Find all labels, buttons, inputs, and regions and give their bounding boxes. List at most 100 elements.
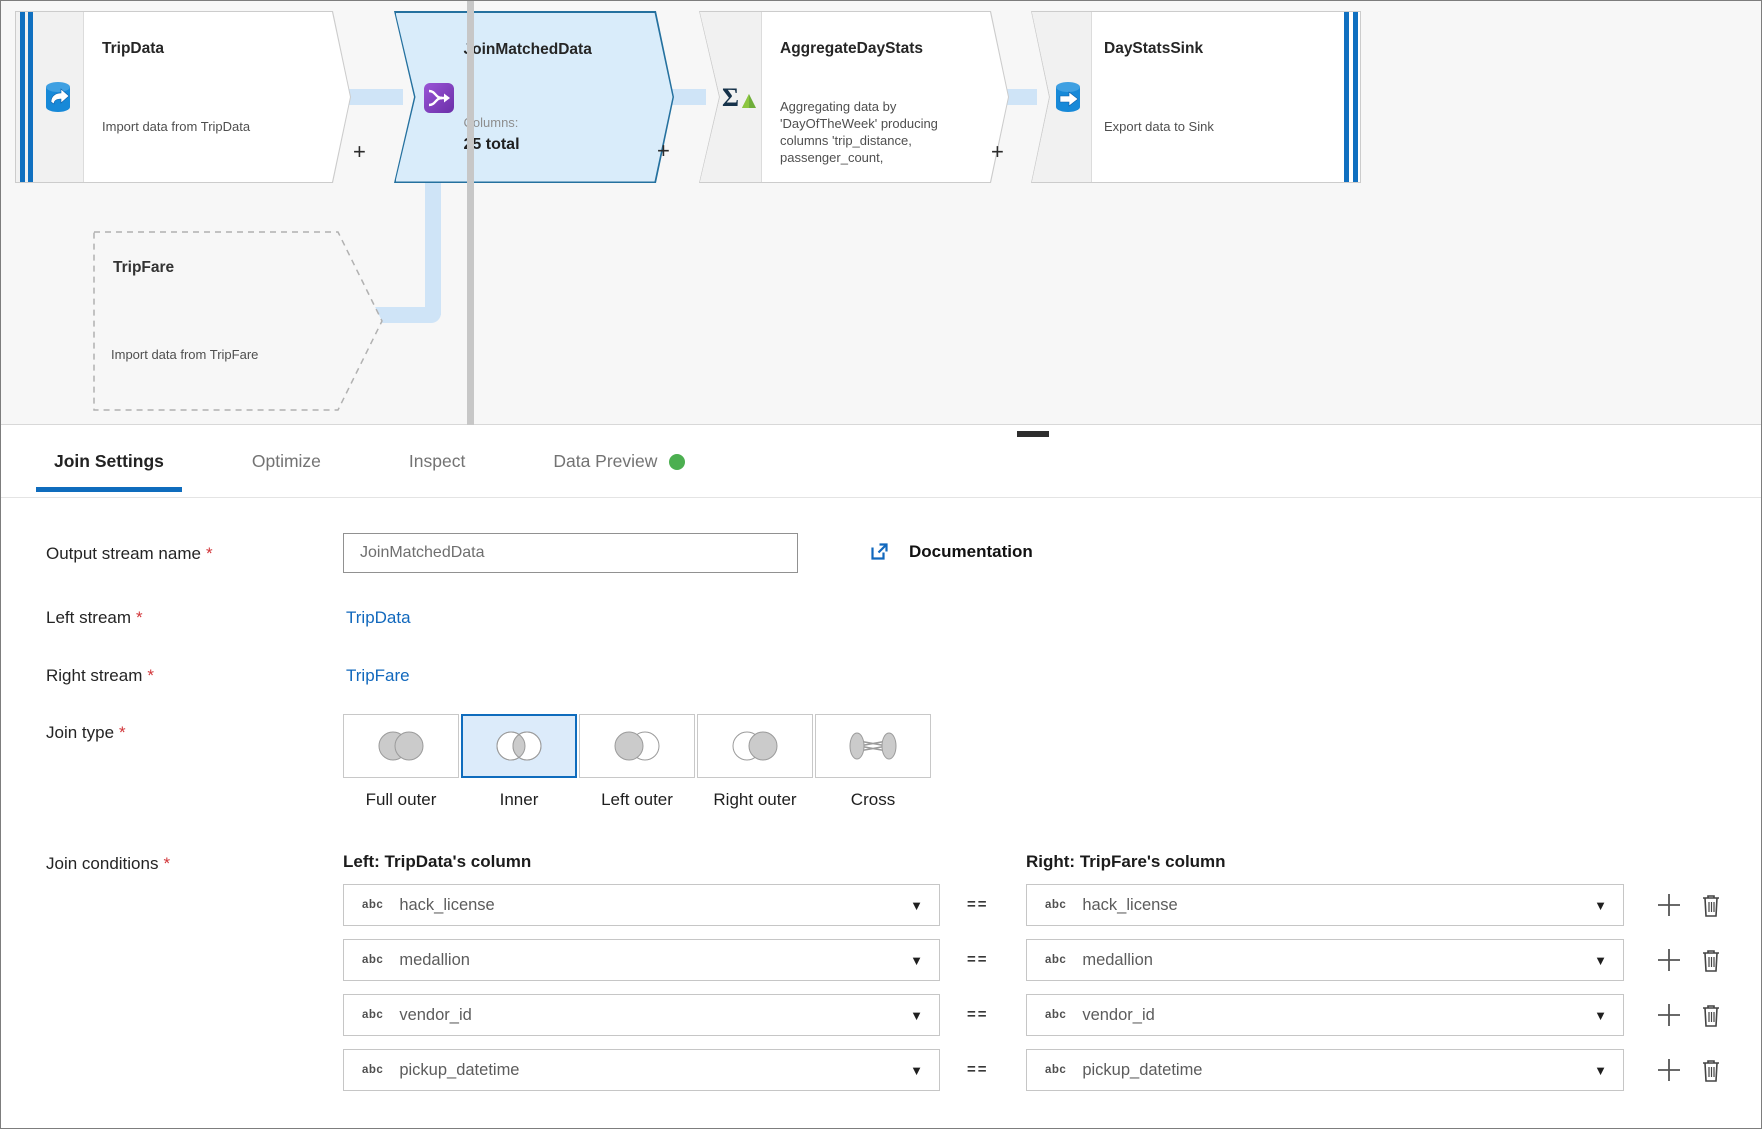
string-type-badge: abc — [1045, 1009, 1066, 1021]
join-conditions-label: Join conditions* — [46, 854, 170, 874]
join-type-option-label: Left outer — [579, 790, 695, 810]
left-column-dropdown[interactable]: abc vendor_id ▼ — [343, 994, 940, 1036]
tab-label: Join Settings — [54, 451, 164, 472]
source-icon — [42, 80, 74, 114]
connector-tripfare-join-vertical — [425, 183, 441, 315]
equals-operator: == — [967, 1006, 989, 1023]
label-text: Left stream — [46, 608, 131, 627]
add-transformation-button[interactable]: + — [991, 139, 1004, 165]
chevron-down-icon: ▼ — [910, 1063, 923, 1078]
chevron-down-icon: ▼ — [1594, 898, 1607, 913]
left-column-dropdown[interactable]: abc pickup_datetime ▼ — [343, 1049, 940, 1091]
left-column-dropdown[interactable]: abc medallion ▼ — [343, 939, 940, 981]
delete-condition-button[interactable] — [1699, 892, 1723, 918]
add-transformation-button[interactable]: + — [657, 138, 670, 164]
delete-condition-button[interactable] — [1699, 1057, 1723, 1083]
settings-tabbar: Join Settings Optimize Inspect Data Prev… — [1, 426, 1761, 498]
add-condition-button[interactable] — [1655, 891, 1683, 919]
left-outer-venn-icon — [609, 728, 665, 764]
node-title: AggregateDayStats — [780, 40, 923, 58]
chevron-down-icon: ▼ — [1594, 1063, 1607, 1078]
string-type-badge: abc — [362, 1064, 383, 1076]
chevron-down-icon: ▼ — [1594, 953, 1607, 968]
add-condition-button[interactable] — [1655, 1001, 1683, 1029]
left-stream-label: Left stream * — [46, 608, 143, 628]
right-column-dropdown[interactable]: abc medallion ▼ — [1026, 939, 1624, 981]
node-daystatssink[interactable]: DayStatsSink Export data to Sink — [1031, 11, 1361, 183]
join-type-cross-button[interactable] — [815, 714, 931, 778]
right-column-dropdown[interactable]: abc vendor_id ▼ — [1026, 994, 1624, 1036]
right-column-dropdown[interactable]: abc pickup_datetime ▼ — [1026, 1049, 1624, 1091]
node-aggregatedaystats[interactable]: Σ AggregateDayStats Aggregating data by … — [699, 11, 1009, 183]
join-settings-form: Output stream name * Documentation Left s… — [1, 498, 1761, 1128]
right-stream-label: Right stream* — [46, 666, 154, 686]
dataflow-canvas[interactable]: TripData Import data from TripData + — [1, 1, 1761, 425]
string-type-badge: abc — [1045, 1064, 1066, 1076]
tab-label: Data Preview — [553, 451, 657, 472]
tab-label: Inspect — [409, 451, 465, 472]
documentation-link[interactable]: Documentation — [869, 542, 1033, 562]
node-description: Import data from TripData — [102, 118, 322, 135]
node-joinmatcheddata[interactable]: JoinMatchedData Columns: 25 total — [394, 11, 674, 183]
output-stream-input[interactable] — [343, 533, 798, 573]
node-description: Export data to Sink — [1104, 118, 1324, 135]
required-asterisk: * — [119, 723, 126, 742]
tab-join-settings[interactable]: Join Settings — [36, 426, 182, 497]
join-type-full-outer-button[interactable] — [343, 714, 459, 778]
string-type-badge: abc — [362, 899, 383, 911]
add-condition-button[interactable] — [1655, 1056, 1683, 1084]
node-title: TripFare — [113, 259, 174, 277]
external-link-icon — [869, 542, 889, 562]
tab-inspect[interactable]: Inspect — [391, 426, 483, 497]
stream-end-bar — [1353, 12, 1358, 182]
documentation-label: Documentation — [909, 542, 1033, 562]
required-asterisk: * — [163, 854, 170, 873]
dataflow-editor-window: TripData Import data from TripData + — [0, 0, 1762, 1129]
string-type-badge: abc — [362, 954, 383, 966]
string-type-badge: abc — [362, 1009, 383, 1021]
join-type-option-label: Inner — [461, 790, 577, 810]
node-tripfare-ghost[interactable]: TripFare Import data from TripFare — [93, 231, 385, 411]
right-stream-link[interactable]: TripFare — [346, 666, 410, 686]
left-column-dropdown[interactable]: abc hack_license ▼ — [343, 884, 940, 926]
dropdown-value: pickup_datetime — [1082, 1061, 1594, 1080]
label-text: Join type — [46, 723, 114, 742]
dropdown-value: vendor_id — [1082, 1006, 1594, 1025]
join-type-label: Join type * — [46, 723, 126, 743]
chevron-down-icon: ▼ — [910, 1008, 923, 1023]
aggregate-icon: Σ — [722, 82, 756, 114]
label-text: Output stream name — [46, 544, 201, 563]
full-outer-venn-icon — [373, 728, 429, 764]
canvas-scrollbar[interactable] — [467, 1, 474, 425]
tab-label: Optimize — [252, 451, 321, 472]
right-column-dropdown[interactable]: abc hack_license ▼ — [1026, 884, 1624, 926]
dropdown-value: pickup_datetime — [399, 1061, 910, 1080]
delete-condition-button[interactable] — [1699, 947, 1723, 973]
delete-condition-button[interactable] — [1699, 1002, 1723, 1028]
tab-optimize[interactable]: Optimize — [234, 426, 339, 497]
join-type-right-outer-button[interactable] — [697, 714, 813, 778]
string-type-badge: abc — [1045, 954, 1066, 966]
dropdown-value: medallion — [1082, 951, 1594, 970]
dropdown-value: hack_license — [399, 896, 910, 915]
node-face: Σ AggregateDayStats Aggregating data by … — [700, 12, 1008, 182]
left-column-header: Left: TripData's column — [343, 852, 531, 872]
right-outer-venn-icon — [727, 728, 783, 764]
label-text: Right stream — [46, 666, 142, 685]
node-title: DayStatsSink — [1104, 40, 1203, 58]
add-condition-button[interactable] — [1655, 946, 1683, 974]
chevron-down-icon: ▼ — [910, 953, 923, 968]
node-description: Import data from TripFare — [111, 347, 258, 362]
node-tripdata[interactable]: TripData Import data from TripData — [15, 11, 351, 183]
join-type-option-label: Full outer — [343, 790, 459, 810]
panel-resize-handle[interactable] — [1017, 431, 1049, 437]
required-asterisk: * — [136, 608, 143, 627]
add-transformation-button[interactable]: + — [353, 139, 366, 165]
chevron-down-icon: ▼ — [1594, 1008, 1607, 1023]
join-type-inner-button[interactable] — [461, 714, 577, 778]
tab-data-preview[interactable]: Data Preview — [535, 426, 703, 497]
join-type-option-label: Cross — [815, 790, 931, 810]
join-type-left-outer-button[interactable] — [579, 714, 695, 778]
left-stream-link[interactable]: TripData — [346, 608, 411, 628]
join-icon — [423, 82, 455, 114]
